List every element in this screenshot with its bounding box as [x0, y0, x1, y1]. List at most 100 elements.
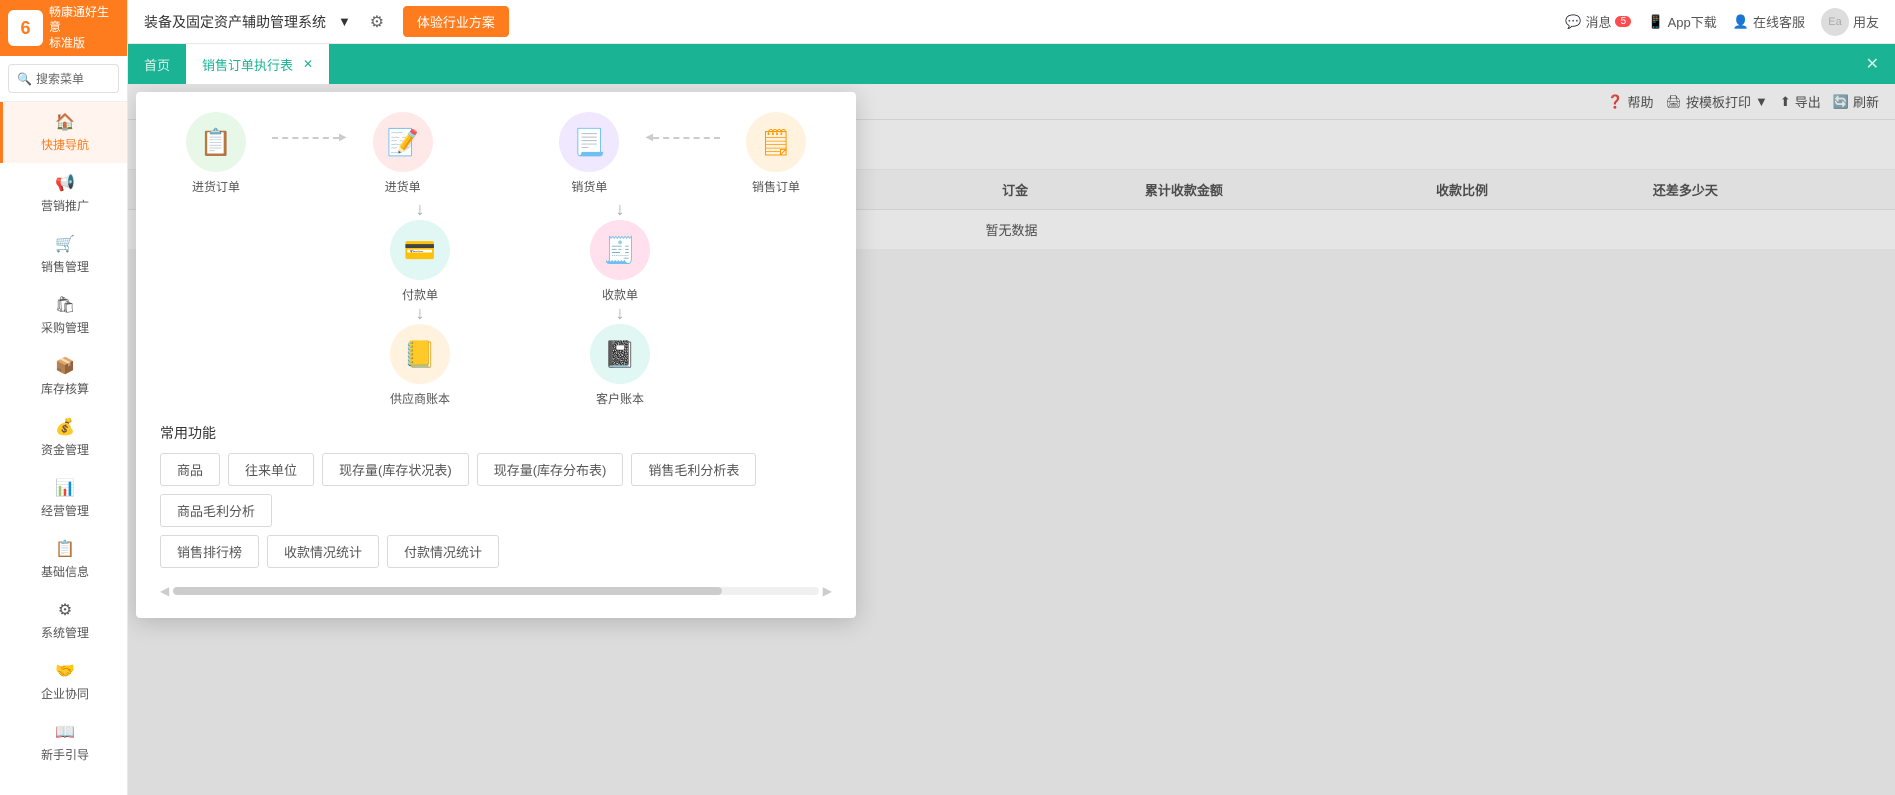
flow-node-sales-order[interactable]: 🗒 销售订单	[720, 112, 832, 195]
common-btn-inventory-dist[interactable]: 现存量(库存分布表)	[477, 453, 624, 486]
purchase-order-icon: 📋	[186, 112, 246, 172]
online-service-button[interactable]: 👤 在线客服	[1733, 12, 1805, 31]
common-functions-section: 常用功能 商品 往来单位 现存量(库存状况表) 现存量(库存分布表) 销售毛利分…	[160, 423, 832, 568]
common-btn-sales-rank[interactable]: 销售排行榜	[160, 535, 259, 568]
scroll-left-icon[interactable]: ◀	[160, 584, 169, 598]
trial-button[interactable]: 体验行业方案	[403, 6, 509, 37]
common-btn-payment-stats[interactable]: 付款情况统计	[387, 535, 499, 568]
supplier-account-icon: 📒	[390, 324, 450, 384]
customer-account-label: 客户账本	[596, 390, 644, 407]
common-btn-partner[interactable]: 往来单位	[228, 453, 314, 486]
tab-home[interactable]: 首页	[128, 44, 186, 84]
message-badge: 5	[1615, 16, 1631, 27]
payment-label: 付款单	[402, 286, 438, 303]
arrow-purchase-to-bill: ▶	[272, 132, 347, 143]
arrow-down-payment: ↓	[360, 303, 480, 324]
user-profile[interactable]: Ea 用友	[1821, 8, 1879, 36]
sidebar-item-guide[interactable]: 📖 新手引导	[0, 712, 127, 773]
sidebar-item-purchase[interactable]: 🛍 采购管理	[0, 285, 127, 346]
sidebar-logo: 6 畅康通好生意 标准版	[0, 0, 127, 56]
sidebar-nav: 🏠 快捷导航 📢 营销推广 🛒 销售管理 🛍 采购管理 📦 库存核算 💰	[0, 102, 127, 795]
topbar-right: 💬 消息 5 📱 App下载 👤 在线客服 Ea 用友	[1565, 8, 1879, 36]
flow-diagram: 📋 进货订单 ▶	[160, 112, 832, 407]
sidebar-item-sales[interactable]: 🛒 销售管理	[0, 224, 127, 285]
message-icon: 💬	[1565, 14, 1581, 30]
receipt-label: 收款单	[602, 286, 638, 303]
purchase-bill-label: 进货单	[385, 178, 421, 195]
service-icon: 👤	[1733, 14, 1749, 30]
receipt-icon: 🧾	[590, 220, 650, 280]
operations-icon: 📊	[55, 478, 75, 498]
guide-icon: 📖	[55, 722, 75, 742]
sidebar-item-basic-info[interactable]: 📋 基础信息	[0, 529, 127, 590]
scrollbar-track	[173, 587, 819, 595]
supplier-account-label: 供应商账本	[390, 390, 450, 407]
flow-node-payment[interactable]: 💳 付款单	[360, 220, 480, 303]
sidebar-search-area: 🔍 搜索菜单	[0, 56, 127, 102]
logo-text: 畅康通好生意 标准版	[49, 5, 119, 52]
purchase-order-label: 进货订单	[192, 178, 240, 195]
tab-bar: 首页 销售订单执行表 ✕ ✕	[128, 44, 1895, 84]
app-download-button[interactable]: 📱 App下载	[1647, 12, 1716, 31]
basic-info-icon: 📋	[55, 539, 75, 559]
sales-bill-label: 销货单	[571, 178, 607, 195]
sidebar-item-system[interactable]: ⚙ 系统管理	[0, 590, 127, 651]
sidebar-item-finance[interactable]: 💰 资金管理	[0, 407, 127, 468]
system-title: 装备及固定资产辅助管理系统	[144, 12, 326, 32]
common-buttons-row-1: 商品 往来单位 现存量(库存状况表) 现存量(库存分布表) 销售毛利分析表 商品…	[160, 453, 832, 527]
search-icon: 🔍	[17, 72, 32, 86]
search-menu-button[interactable]: 🔍 搜索菜单	[8, 64, 119, 93]
home-icon: 🏠	[55, 112, 75, 132]
flow-node-sales-bill[interactable]: 📃 销货单	[533, 112, 645, 195]
common-btn-receipt-stats[interactable]: 收款情况统计	[267, 535, 379, 568]
flow-node-supplier-account[interactable]: 📒 供应商账本	[360, 324, 480, 407]
customer-account-icon: 📓	[590, 324, 650, 384]
sales-order-label: 销售订单	[752, 178, 800, 195]
common-buttons-row-2: 销售排行榜 收款情况统计 付款情况统计	[160, 535, 832, 568]
system-dropdown[interactable]: ▼	[338, 14, 351, 29]
flow-row-2: 💳 付款单 🧾 收款单	[160, 220, 832, 303]
arrow-sales-to-bill: ◀	[645, 132, 720, 143]
flow-modal: 📋 进货订单 ▶	[136, 92, 856, 618]
arrow-down-sales: ↓	[560, 199, 680, 220]
arrow-down-purchase: ↓	[360, 199, 480, 220]
flow-row-3: 📒 供应商账本 📓 客户账本	[160, 324, 832, 407]
topbar: 装备及固定资产辅助管理系统 ▼ ⚙ 体验行业方案 💬 消息 5 📱 App下载	[128, 0, 1895, 44]
sales-order-icon: 🗒	[746, 112, 806, 172]
sidebar: 6 畅康通好生意 标准版 🔍 搜索菜单 🏠 快捷导航 📢 营销推广 �	[0, 0, 128, 795]
message-button[interactable]: 💬 消息 5	[1565, 12, 1631, 31]
settings-button[interactable]: ⚙	[363, 8, 391, 36]
common-btn-sales-margin[interactable]: 销售毛利分析表	[631, 453, 756, 486]
flow-row-arrows-down-2: ↓ ↓	[160, 303, 832, 324]
sidebar-item-marketing[interactable]: 📢 营销推广	[0, 163, 127, 224]
common-btn-product-margin[interactable]: 商品毛利分析	[160, 494, 272, 527]
sidebar-item-enterprise[interactable]: 🤝 企业协同	[0, 651, 127, 712]
flow-node-purchase-bill[interactable]: 📝 进货单	[347, 112, 459, 195]
modal-scrollbar-area: ◀ ▶	[160, 584, 832, 598]
scrollbar-thumb[interactable]	[173, 587, 722, 595]
purchase-icon: 🛍	[55, 295, 75, 315]
system-icon: ⚙	[58, 600, 72, 620]
tab-bar-close-button[interactable]: ✕	[1850, 44, 1895, 84]
flow-node-purchase-order[interactable]: 📋 进货订单	[160, 112, 272, 195]
common-btn-product[interactable]: 商品	[160, 453, 220, 486]
sidebar-item-operations[interactable]: 📊 经营管理	[0, 468, 127, 529]
enterprise-icon: 🤝	[55, 661, 75, 681]
sales-bill-icon: 📃	[559, 112, 619, 172]
tab-close-icon[interactable]: ✕	[303, 57, 313, 71]
payment-icon: 💳	[390, 220, 450, 280]
common-btn-inventory-status[interactable]: 现存量(库存状况表)	[322, 453, 469, 486]
common-functions-title: 常用功能	[160, 423, 832, 443]
chevron-down-icon: ▼	[338, 14, 351, 29]
finance-icon: 💰	[55, 417, 75, 437]
sidebar-item-inventory[interactable]: 📦 库存核算	[0, 346, 127, 407]
flow-row-arrows-down: ↓ ↓	[160, 199, 832, 220]
sidebar-item-quick-nav[interactable]: 🏠 快捷导航	[0, 102, 127, 163]
tab-sales-order-exec[interactable]: 销售订单执行表 ✕	[186, 44, 329, 84]
modal-overlay: 📋 进货订单 ▶	[128, 84, 1895, 795]
download-icon: 📱	[1647, 14, 1663, 30]
flow-node-customer-account[interactable]: 📓 客户账本	[560, 324, 680, 407]
inventory-icon: 📦	[55, 356, 75, 376]
flow-node-receipt[interactable]: 🧾 收款单	[560, 220, 680, 303]
scroll-right-icon[interactable]: ▶	[823, 584, 832, 598]
